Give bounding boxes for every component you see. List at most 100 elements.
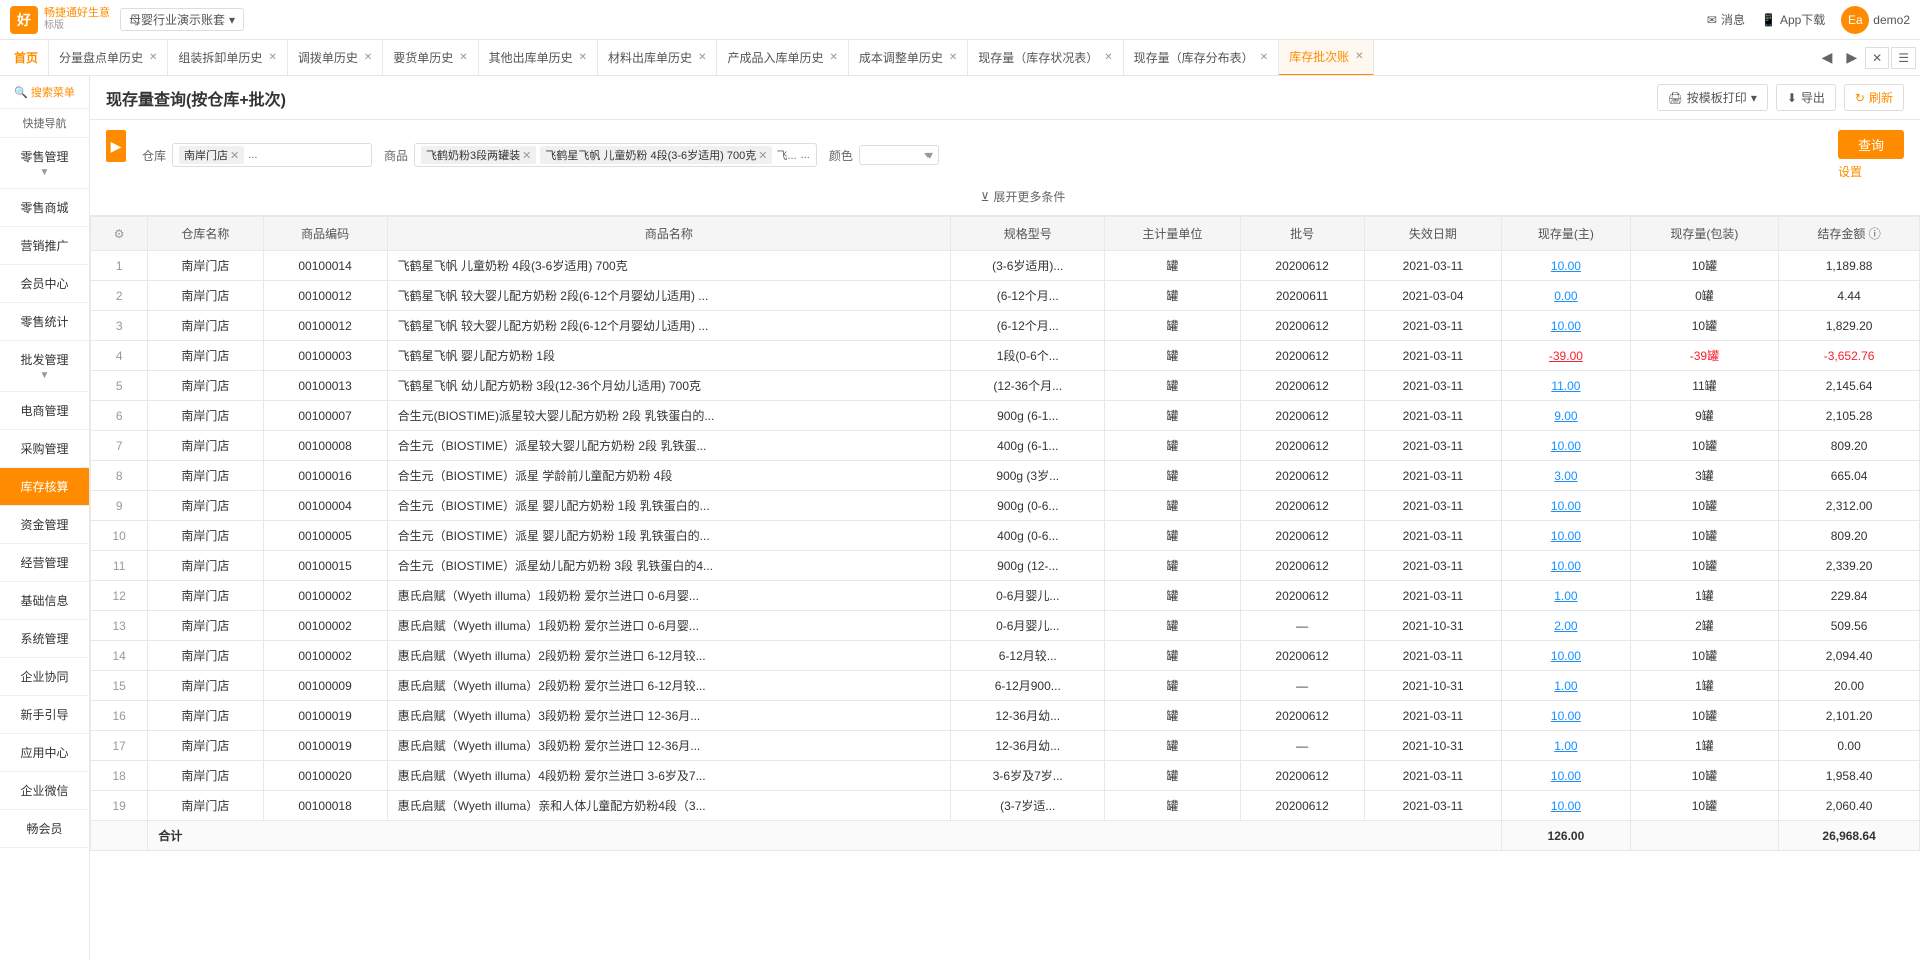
cell-qty-main[interactable]: 1.00 xyxy=(1502,671,1631,701)
sidebar-item-members[interactable]: 会员中心 xyxy=(0,265,89,303)
sidebar-item-ecommerce[interactable]: 电商管理 xyxy=(0,392,89,430)
sidebar-item-retail-mall[interactable]: 零售商城 xyxy=(0,189,89,227)
cell-expire: 2021-03-11 xyxy=(1364,761,1502,791)
tab-ku-cun-pi[interactable]: 库存批次账 ✕ xyxy=(1279,40,1374,76)
industry-selector[interactable]: 母婴行业演示账套 ▾ xyxy=(120,8,244,31)
cell-qty-main[interactable]: 3.00 xyxy=(1502,461,1631,491)
tab-tiao-bo[interactable]: 调拨单历史 ✕ xyxy=(288,40,383,76)
query-button[interactable]: 查询 xyxy=(1838,130,1904,159)
tab-close-icon[interactable]: ✕ xyxy=(698,52,706,63)
cell-name: 飞鹤星飞帆 婴儿配方奶粉 1段 xyxy=(387,341,951,371)
cell-name: 合生元（BIOSTIME）派星 学龄前儿童配方奶粉 4段 xyxy=(387,461,951,491)
tag-remove-icon[interactable]: ✕ xyxy=(230,149,239,162)
tab-next-btn[interactable]: ▶ xyxy=(1840,49,1863,66)
sidebar-search[interactable]: 🔍 搜索菜单 xyxy=(0,76,89,109)
sidebar-item-wholesale[interactable]: 批发管理 ▼ xyxy=(0,341,89,392)
tab-close-icon[interactable]: ✕ xyxy=(1355,51,1363,62)
tab-prev-btn[interactable]: ◀ xyxy=(1816,49,1839,66)
tab-qi-ta-chu[interactable]: 其他出库单历史 ✕ xyxy=(479,40,598,76)
app-download-btn[interactable]: 📱 App下载 xyxy=(1761,11,1825,28)
tab-menu-btn[interactable]: ☰ xyxy=(1891,47,1916,69)
sidebar-item-member-club[interactable]: 畅会员 xyxy=(0,810,89,848)
sidebar-item-enterprise-micro[interactable]: 企业微信 xyxy=(0,772,89,810)
sidebar-item-new-guide[interactable]: 新手引导 xyxy=(0,696,89,734)
cell-qty-main[interactable]: 10.00 xyxy=(1502,551,1631,581)
print-btn[interactable]: 🖨 按模板打印 ▾ xyxy=(1657,84,1768,111)
cell-qty-main[interactable]: 10.00 xyxy=(1502,641,1631,671)
tab-cheng-ben[interactable]: 成本调整单历史 ✕ xyxy=(849,40,968,76)
cell-qty-main[interactable]: 10.00 xyxy=(1502,701,1631,731)
expand-arrow-btn[interactable]: ▶ xyxy=(106,130,126,162)
sidebar-item-finance[interactable]: 资金管理 xyxy=(0,506,89,544)
sidebar-item-inventory[interactable]: 库存核算 xyxy=(0,468,89,506)
cell-code: 00100008 xyxy=(263,431,387,461)
expand-more-btn[interactable]: ⊻ 展开更多条件 xyxy=(981,188,1066,205)
export-btn[interactable]: ⬇ 导出 xyxy=(1776,84,1836,111)
message-btn[interactable]: ✉ 消息 xyxy=(1707,11,1745,28)
sidebar-item-procurement[interactable]: 采购管理 xyxy=(0,430,89,468)
product-tag-input[interactable]: 飞鹤奶粉3段两罐装 ✕ 飞鹤星飞帆 儿童奶粉 4段(3-6岁适用) 700克 ✕… xyxy=(414,143,817,167)
row-number: 5 xyxy=(91,371,148,401)
cell-warehouse: 南岸门店 xyxy=(148,551,263,581)
setting-link[interactable]: 设置 xyxy=(1838,163,1904,180)
user-profile[interactable]: Ea demo2 xyxy=(1841,6,1910,34)
tab-close-icon[interactable]: ✕ xyxy=(579,52,587,63)
sidebar-item-system[interactable]: 系统管理 xyxy=(0,620,89,658)
sidebar-item-operations[interactable]: 经营管理 xyxy=(0,544,89,582)
warehouse-tag-input[interactable]: 南岸门店 ✕ ... xyxy=(172,143,372,167)
cell-qty-main[interactable]: 1.00 xyxy=(1502,731,1631,761)
table-row: 13 南岸门店 00100002 惠氏启赋（Wyeth illuma）1段奶粉 … xyxy=(91,611,1920,641)
cell-batch: — xyxy=(1240,671,1364,701)
sidebar-quick-nav[interactable]: 快捷导航 xyxy=(0,109,89,138)
tab-zu-chai[interactable]: 组装拆卸单历史 ✕ xyxy=(168,40,287,76)
tab-chan-pin[interactable]: 产成品入库单历史 ✕ xyxy=(717,40,848,76)
sidebar-item-retail[interactable]: 零售管理 ▼ xyxy=(0,138,89,189)
cell-amount: 809.20 xyxy=(1779,521,1920,551)
cell-warehouse: 南岸门店 xyxy=(148,611,263,641)
cell-qty-main[interactable]: 10.00 xyxy=(1502,431,1631,461)
cell-batch: 20200612 xyxy=(1240,761,1364,791)
cell-qty-main[interactable]: 1.00 xyxy=(1502,581,1631,611)
cell-qty-main[interactable]: 10.00 xyxy=(1502,791,1631,821)
cell-qty-main[interactable]: 10.00 xyxy=(1502,761,1631,791)
tag-remove-icon[interactable]: ✕ xyxy=(758,149,767,162)
cell-qty-main[interactable]: 9.00 xyxy=(1502,401,1631,431)
color-select[interactable] xyxy=(859,145,939,165)
settings-icon[interactable]: ⚙ xyxy=(114,227,125,241)
cell-qty-main[interactable]: 0.00 xyxy=(1502,281,1631,311)
tab-close-icon[interactable]: ✕ xyxy=(829,52,837,63)
tab-close-all-btn[interactable]: ✕ xyxy=(1865,47,1889,69)
tab-home[interactable]: 首页 xyxy=(4,40,49,76)
tab-fen-pan[interactable]: 分量盘点单历史 ✕ xyxy=(49,40,168,76)
tab-close-icon[interactable]: ✕ xyxy=(1104,52,1112,63)
tab-cai-liao[interactable]: 材料出库单历史 ✕ xyxy=(598,40,717,76)
sidebar-item-basics[interactable]: 基础信息 xyxy=(0,582,89,620)
cell-expire: 2021-03-11 xyxy=(1364,401,1502,431)
sidebar-item-retail-stats[interactable]: 零售统计 xyxy=(0,303,89,341)
cell-qty-main[interactable]: 10.00 xyxy=(1502,251,1631,281)
tab-close-icon[interactable]: ✕ xyxy=(1260,52,1268,63)
refresh-btn[interactable]: ↻ 刷新 xyxy=(1844,84,1904,111)
cell-qty-main[interactable]: 11.00 xyxy=(1502,371,1631,401)
sidebar-item-app-center[interactable]: 应用中心 xyxy=(0,734,89,772)
col-settings[interactable]: ⚙ xyxy=(91,217,148,251)
cell-name: 惠氏启赋（Wyeth illuma）1段奶粉 爱尔兰进口 0-6月婴... xyxy=(387,611,951,641)
cell-qty-main[interactable]: -39.00 xyxy=(1502,341,1631,371)
cell-warehouse: 南岸门店 xyxy=(148,791,263,821)
sidebar-item-enterprise[interactable]: 企业协同 xyxy=(0,658,89,696)
tab-yao-huo[interactable]: 要货单历史 ✕ xyxy=(383,40,478,76)
cell-qty-main[interactable]: 10.00 xyxy=(1502,521,1631,551)
tab-xian-cun-fen[interactable]: 现存量（库存分布表） ✕ xyxy=(1124,40,1279,76)
cell-qty-main[interactable]: 10.00 xyxy=(1502,491,1631,521)
cell-qty-main[interactable]: 2.00 xyxy=(1502,611,1631,641)
tab-close-icon[interactable]: ✕ xyxy=(364,52,372,63)
cell-amount: 229.84 xyxy=(1779,581,1920,611)
tab-close-icon[interactable]: ✕ xyxy=(149,52,157,63)
tab-close-icon[interactable]: ✕ xyxy=(459,52,467,63)
tab-close-icon[interactable]: ✕ xyxy=(949,52,957,63)
tab-xian-cun-zhuang[interactable]: 现存量（库存状况表） ✕ xyxy=(968,40,1123,76)
tab-close-icon[interactable]: ✕ xyxy=(268,52,276,63)
cell-qty-main[interactable]: 10.00 xyxy=(1502,311,1631,341)
tag-remove-icon[interactable]: ✕ xyxy=(522,149,531,162)
sidebar-item-marketing[interactable]: 营销推广 xyxy=(0,227,89,265)
